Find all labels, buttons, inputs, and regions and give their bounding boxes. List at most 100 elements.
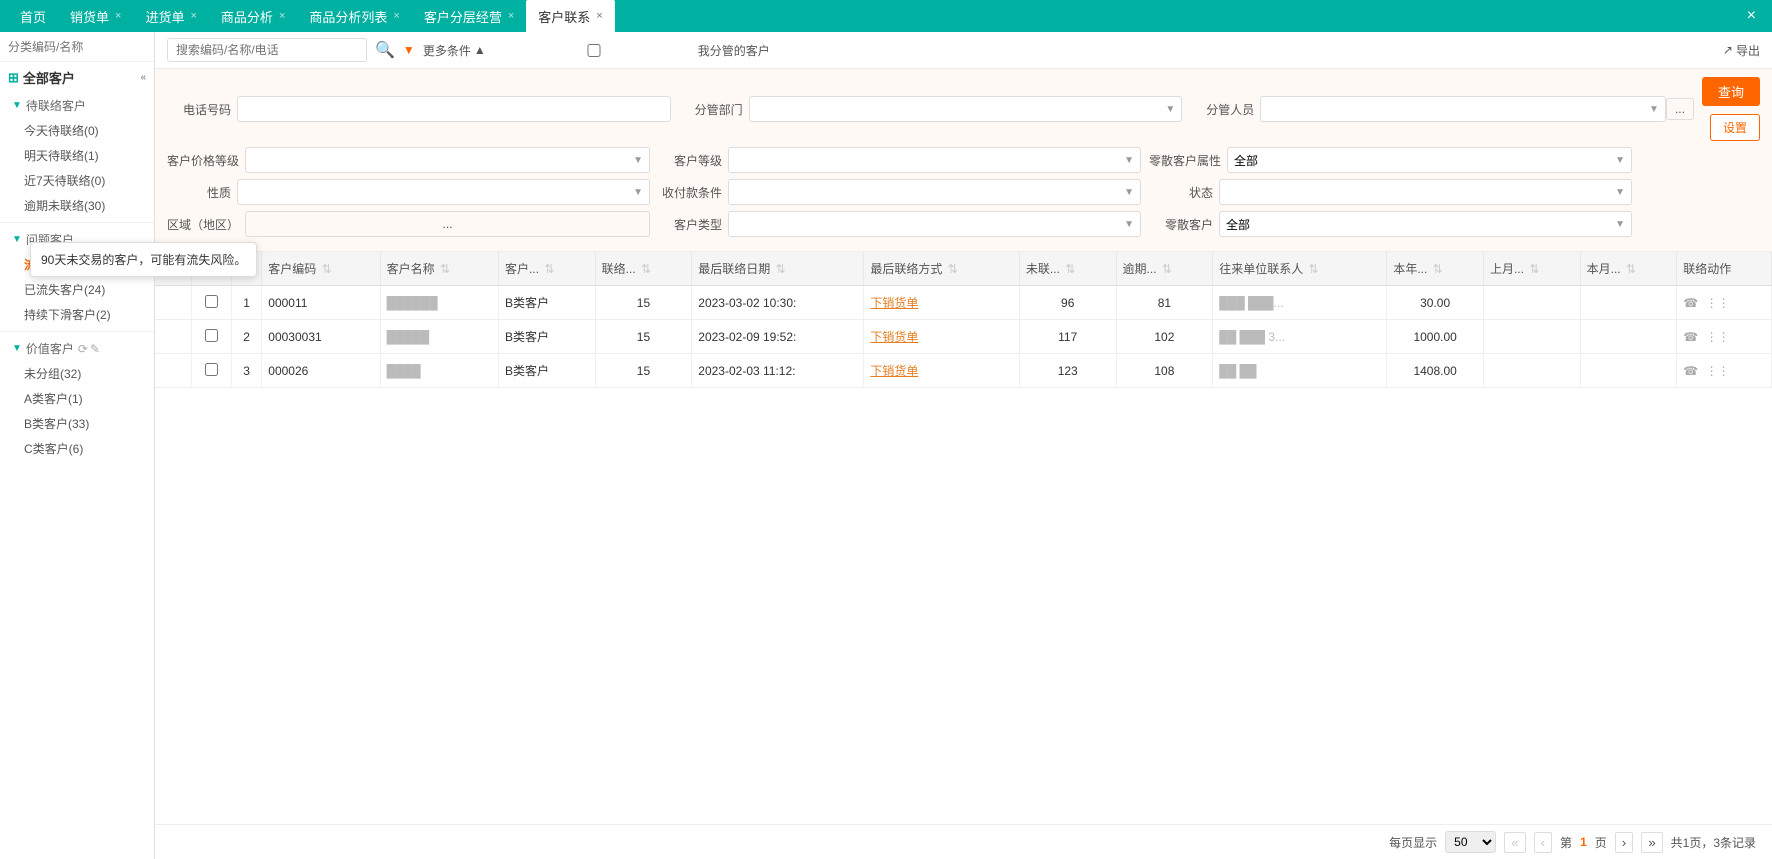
per-page-select[interactable]: 50 100 200 bbox=[1445, 831, 1496, 853]
customer-type-select[interactable]: ▼ bbox=[728, 211, 1141, 237]
close-customer-tier-tab[interactable]: × bbox=[508, 10, 514, 22]
price-level-arrow: ▼ bbox=[633, 155, 643, 166]
th-last-contact-way[interactable]: 最后联络方式 ⇅ bbox=[864, 252, 1020, 286]
nav-tab-home[interactable]: 首页 bbox=[8, 0, 58, 32]
group-pending-header[interactable]: ▼ 待联络客户 bbox=[0, 93, 154, 118]
export-button[interactable]: ↗ 导出 bbox=[1723, 42, 1760, 59]
th-contact[interactable]: 联络... ⇅ bbox=[595, 252, 692, 286]
customer-level-select[interactable]: ▼ bbox=[728, 147, 1141, 173]
group-value-header[interactable]: ▼ 价值客户 ⟳ ✎ bbox=[0, 336, 154, 361]
first-page-button[interactable]: « bbox=[1504, 832, 1525, 853]
row-checkbox-2[interactable] bbox=[205, 363, 218, 376]
table-row: 3 000026 ████ B类客户 15 2023-02-03 11:12: … bbox=[155, 354, 1772, 388]
td-action-1: ☎ ⋮⋮ bbox=[1677, 320, 1772, 354]
th-last-month[interactable]: 上月... ⇅ bbox=[1483, 252, 1580, 286]
td-checkbox-0 bbox=[191, 286, 231, 320]
price-level-select[interactable]: ▼ bbox=[245, 147, 650, 173]
person-more-btn[interactable]: ... bbox=[1666, 98, 1694, 120]
action-contact-icon-1[interactable]: ☎ bbox=[1683, 330, 1698, 344]
th-name[interactable]: 客户名称 ⇅ bbox=[380, 252, 498, 286]
nav-tab-sales[interactable]: 销货单 × bbox=[58, 0, 133, 32]
sidebar-item-ungrouped[interactable]: 未分组(32) bbox=[0, 361, 154, 386]
nav-tab-analysis-list[interactable]: 商品分析列表 × bbox=[297, 0, 411, 32]
th-not-contacted[interactable]: 未联... ⇅ bbox=[1019, 252, 1116, 286]
dept-arrow: ▼ bbox=[1165, 104, 1175, 115]
action-more-icon-2[interactable]: ⋮⋮ bbox=[1706, 364, 1730, 378]
filter-status: 状态 ▼ bbox=[1149, 179, 1632, 205]
edit-icon[interactable]: ✎ bbox=[90, 342, 100, 356]
close-sales-tab[interactable]: × bbox=[115, 10, 121, 22]
close-all-button[interactable]: × bbox=[1739, 7, 1764, 25]
action-contact-icon-2[interactable]: ☎ bbox=[1683, 364, 1698, 378]
th-this-year[interactable]: 本年... ⇅ bbox=[1387, 252, 1484, 286]
search-input[interactable] bbox=[167, 38, 367, 62]
sidebar-item-c-class[interactable]: C类客户(6) bbox=[0, 436, 154, 461]
retail-attr-select[interactable]: 全部 ▼ bbox=[1227, 147, 1632, 173]
nav-tab-customer-contact[interactable]: 客户联系 × bbox=[526, 0, 614, 32]
my-customers-check[interactable] bbox=[494, 44, 694, 57]
current-page: 1 bbox=[1580, 835, 1587, 849]
phone-input[interactable] bbox=[237, 96, 671, 122]
nature-select[interactable]: ▼ bbox=[237, 179, 650, 205]
filter-customer-level: 客户等级 ▼ bbox=[658, 147, 1141, 173]
last-way-link-0[interactable]: 下销货单 bbox=[870, 296, 918, 310]
last-way-link-2[interactable]: 下销货单 bbox=[870, 364, 918, 378]
sidebar-item-a-class[interactable]: A类客户(1) bbox=[0, 386, 154, 411]
my-customers-checkbox[interactable]: 我分管的客户 bbox=[494, 42, 770, 59]
th-overdue[interactable]: 逾期... ⇅ bbox=[1116, 252, 1213, 286]
sidebar-item-overdue[interactable]: 逾期未联络(30) bbox=[0, 193, 154, 218]
payment-select[interactable]: ▼ bbox=[728, 179, 1141, 205]
td-contact-1: 15 bbox=[595, 320, 692, 354]
close-purchase-tab[interactable]: × bbox=[190, 10, 196, 22]
sidebar-item-b-class[interactable]: B类客户(33) bbox=[0, 411, 154, 436]
prev-page-button[interactable]: ‹ bbox=[1534, 832, 1552, 853]
sort-code-icon: ⇅ bbox=[322, 262, 332, 276]
all-customers-header[interactable]: ⊞ 全部客户 « bbox=[0, 62, 154, 93]
retail-customer-select[interactable]: 全部 ▼ bbox=[1219, 211, 1632, 237]
th-this-month[interactable]: 本月... ⇅ bbox=[1580, 252, 1677, 286]
dept-select[interactable]: ▼ bbox=[749, 96, 1183, 122]
close-analysis-list-tab[interactable]: × bbox=[393, 10, 399, 22]
nav-tab-purchase[interactable]: 进货单 × bbox=[133, 0, 208, 32]
nav-tab-customer-tier[interactable]: 客户分层经营 × bbox=[412, 0, 526, 32]
th-code[interactable]: 客户编码 ⇅ bbox=[262, 252, 380, 286]
divider-2 bbox=[0, 331, 154, 332]
main-layout: 🔍 ⊞ 全部客户 « ▼ 待联络客户 今天待联络(0) 明天待联络(1) 近7天… bbox=[0, 32, 1772, 859]
last-page-button[interactable]: » bbox=[1641, 832, 1662, 853]
query-button[interactable]: 查询 bbox=[1702, 77, 1760, 106]
sidebar-search-input[interactable] bbox=[8, 40, 155, 54]
nav-tab-analysis[interactable]: 商品分析 × bbox=[209, 0, 297, 32]
last-way-link-1[interactable]: 下销货单 bbox=[870, 330, 918, 344]
filter-price-level: 客户价格等级 ▼ bbox=[167, 147, 650, 173]
row-checkbox-0[interactable] bbox=[205, 295, 218, 308]
region-more-btn[interactable]: ... bbox=[245, 211, 650, 237]
more-conditions-button[interactable]: 更多条件 ▲ bbox=[423, 42, 486, 59]
row-checkbox-1[interactable] bbox=[205, 329, 218, 342]
td-seq-1: 2 bbox=[231, 320, 261, 354]
th-type[interactable]: 客户... ⇅ bbox=[498, 252, 595, 286]
action-more-icon-0[interactable]: ⋮⋮ bbox=[1706, 296, 1730, 310]
close-analysis-tab[interactable]: × bbox=[279, 10, 285, 22]
search-button[interactable]: 🔍 bbox=[375, 40, 395, 60]
settings-button[interactable]: 设置 bbox=[1710, 114, 1760, 141]
person-select[interactable]: ▼ bbox=[1260, 96, 1666, 122]
status-select[interactable]: ▼ bbox=[1219, 179, 1632, 205]
sidebar-item-churned[interactable]: 已流失客户(24) bbox=[0, 277, 154, 302]
td-contact-0: 15 bbox=[595, 286, 692, 320]
action-more-icon-1[interactable]: ⋮⋮ bbox=[1706, 330, 1730, 344]
th-unit-contact[interactable]: 往来单位联系人 ⇅ bbox=[1213, 252, 1387, 286]
filter-panel: 电话号码 分管部门 ▼ 分管人员 ▼ ... bbox=[155, 69, 1772, 252]
sort-tm-icon: ⇅ bbox=[1626, 262, 1636, 276]
refresh-icon[interactable]: ⟳ bbox=[78, 342, 88, 356]
sidebar-item-today[interactable]: 今天待联络(0) bbox=[0, 118, 154, 143]
td-this-month-2 bbox=[1580, 354, 1677, 388]
sidebar-item-declining[interactable]: 持续下滑客户(2) bbox=[0, 302, 154, 327]
action-contact-icon-0[interactable]: ☎ bbox=[1683, 296, 1698, 310]
nature-arrow: ▼ bbox=[633, 187, 643, 198]
sidebar-item-7days[interactable]: 近7天待联络(0) bbox=[0, 168, 154, 193]
next-page-button[interactable]: › bbox=[1615, 832, 1633, 853]
sidebar-item-tomorrow[interactable]: 明天待联络(1) bbox=[0, 143, 154, 168]
table-container: ⚙ 客户编码 ⇅ 客户名称 ⇅ 客户... ⇅ 联络... ⇅ 最后联络日期 ⇅… bbox=[155, 252, 1772, 824]
th-last-contact-date[interactable]: 最后联络日期 ⇅ bbox=[692, 252, 864, 286]
close-customer-contact-tab[interactable]: × bbox=[596, 10, 602, 22]
